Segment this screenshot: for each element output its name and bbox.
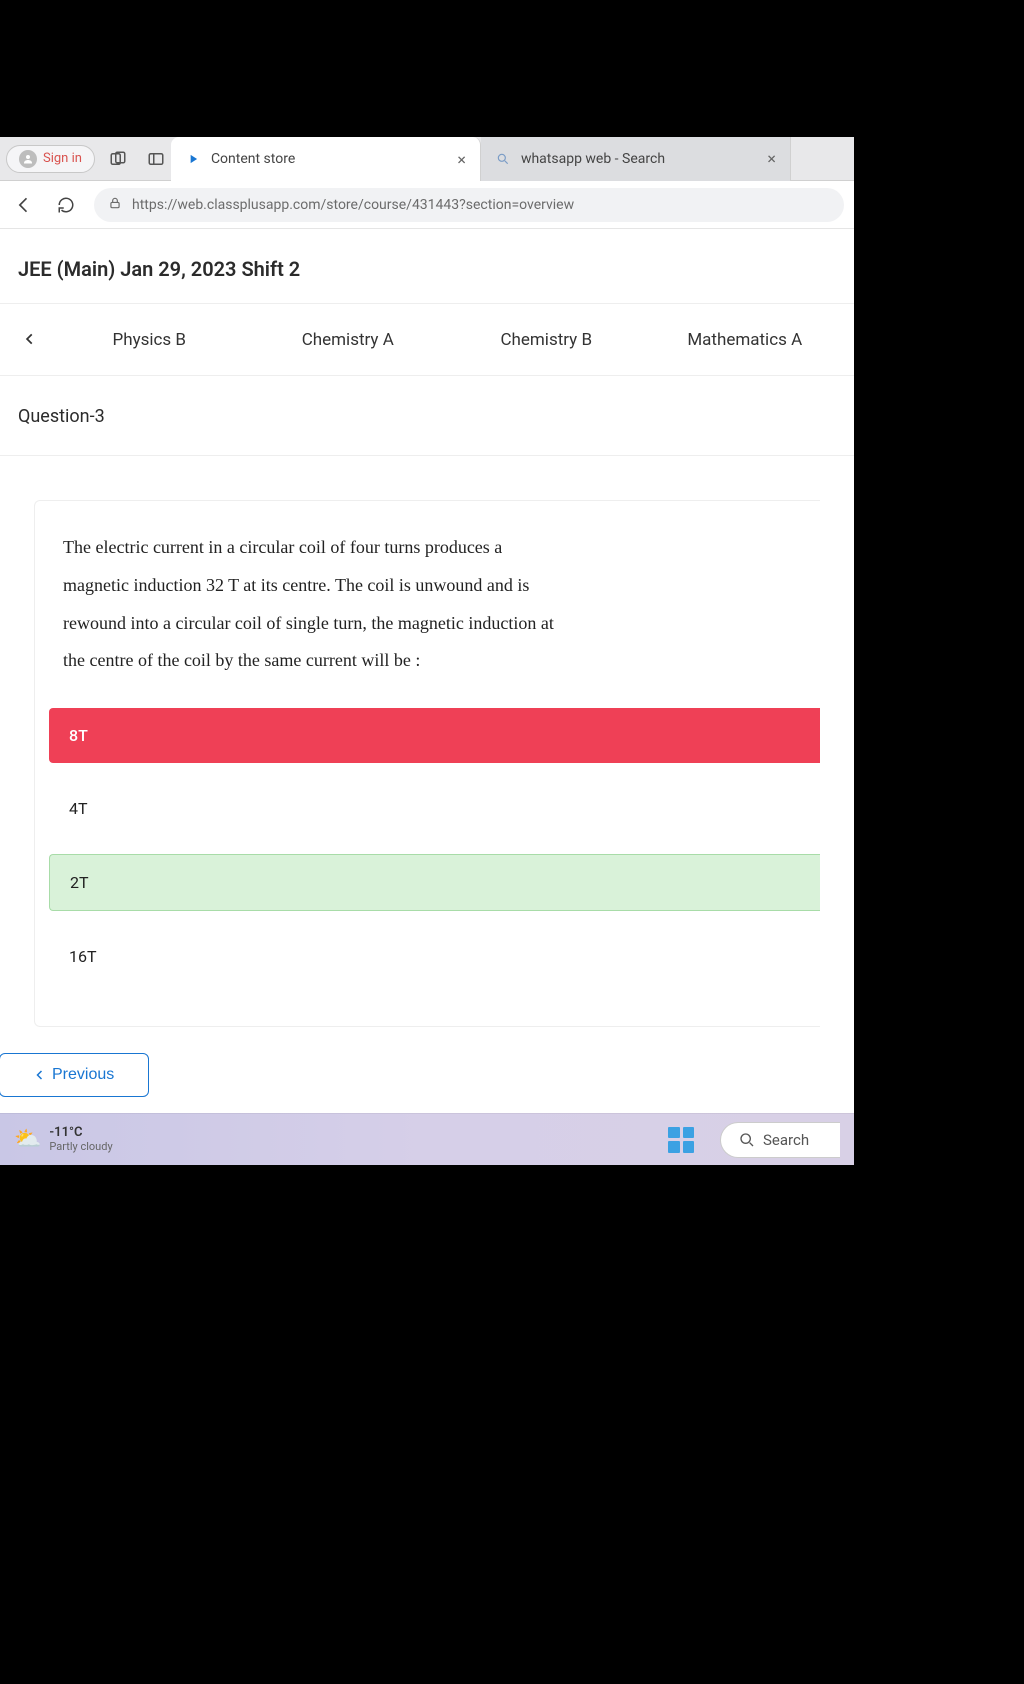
back-button[interactable] <box>10 191 38 219</box>
option-3[interactable]: 2T <box>49 854 820 911</box>
tab-bar: Sign in Content store × whatsapp web - S… <box>0 137 854 181</box>
tab-label: whatsapp web - Search <box>521 151 665 167</box>
user-icon <box>19 150 37 168</box>
search-placeholder: Search <box>763 1131 809 1149</box>
workspaces-icon[interactable] <box>103 144 133 174</box>
question-nav: Previous <box>0 1027 854 1113</box>
close-tab-icon[interactable]: × <box>457 150 466 169</box>
chevron-left-icon <box>34 1069 46 1081</box>
tab-actions-icon[interactable] <box>141 144 171 174</box>
temperature: -11°C <box>49 1126 112 1140</box>
tab-content-store[interactable]: Content store × <box>171 137 481 181</box>
option-1[interactable]: 8T <box>49 708 820 763</box>
close-tab-icon[interactable]: × <box>767 149 776 168</box>
tab-physics-b[interactable]: Physics B <box>50 330 249 350</box>
weather-widget[interactable]: ⛅ -11°C Partly cloudy <box>14 1126 113 1152</box>
tab-chemistry-a[interactable]: Chemistry A <box>249 330 448 350</box>
taskbar: ⛅ -11°C Partly cloudy Search <box>0 1113 854 1165</box>
profile-label: Sign in <box>43 151 82 166</box>
question-card: The electric current in a circular coil … <box>34 500 820 1027</box>
question-text: The electric current in a circular coil … <box>35 529 595 708</box>
address-bar: https://web.classplusapp.com/store/cours… <box>0 181 854 229</box>
question-number: Question-3 <box>0 376 854 456</box>
subject-tabs: Physics B Chemistry A Chemistry B Mathem… <box>0 304 854 376</box>
weather-icon: ⛅ <box>14 1127 41 1152</box>
previous-button[interactable]: Previous <box>0 1053 149 1097</box>
refresh-button[interactable] <box>52 191 80 219</box>
profile-sign-in-button[interactable]: Sign in <box>6 145 95 173</box>
start-button[interactable] <box>668 1127 694 1153</box>
option-4[interactable]: 16T <box>49 929 820 984</box>
option-text: 4T <box>69 799 88 818</box>
search-favicon-icon <box>495 151 511 167</box>
browser-window: Sign in Content store × whatsapp web - S… <box>0 137 854 1165</box>
option-text: 8T <box>69 726 88 745</box>
page-content: JEE (Main) Jan 29, 2023 Shift 2 Physics … <box>0 229 854 1113</box>
tab-chemistry-b[interactable]: Chemistry B <box>447 330 646 350</box>
search-icon <box>739 1132 755 1148</box>
tab-label: Content store <box>211 151 295 167</box>
site-favicon-icon <box>185 151 201 167</box>
scroll-left-button[interactable] <box>10 327 50 352</box>
tab-mathematics-a[interactable]: Mathematics A <box>646 330 845 350</box>
weather-condition: Partly cloudy <box>49 1141 112 1153</box>
option-2[interactable]: 4T <box>49 781 820 836</box>
url-input[interactable]: https://web.classplusapp.com/store/cours… <box>94 188 844 222</box>
tab-whatsapp-search[interactable]: whatsapp web - Search × <box>481 137 791 181</box>
taskbar-search[interactable]: Search <box>720 1122 840 1158</box>
url-text: https://web.classplusapp.com/store/cours… <box>132 197 574 213</box>
lock-icon <box>108 196 122 214</box>
option-text: 2T <box>70 873 89 892</box>
previous-label: Previous <box>52 1066 114 1084</box>
option-text: 16T <box>69 947 97 966</box>
page-title: JEE (Main) Jan 29, 2023 Shift 2 <box>0 229 854 304</box>
